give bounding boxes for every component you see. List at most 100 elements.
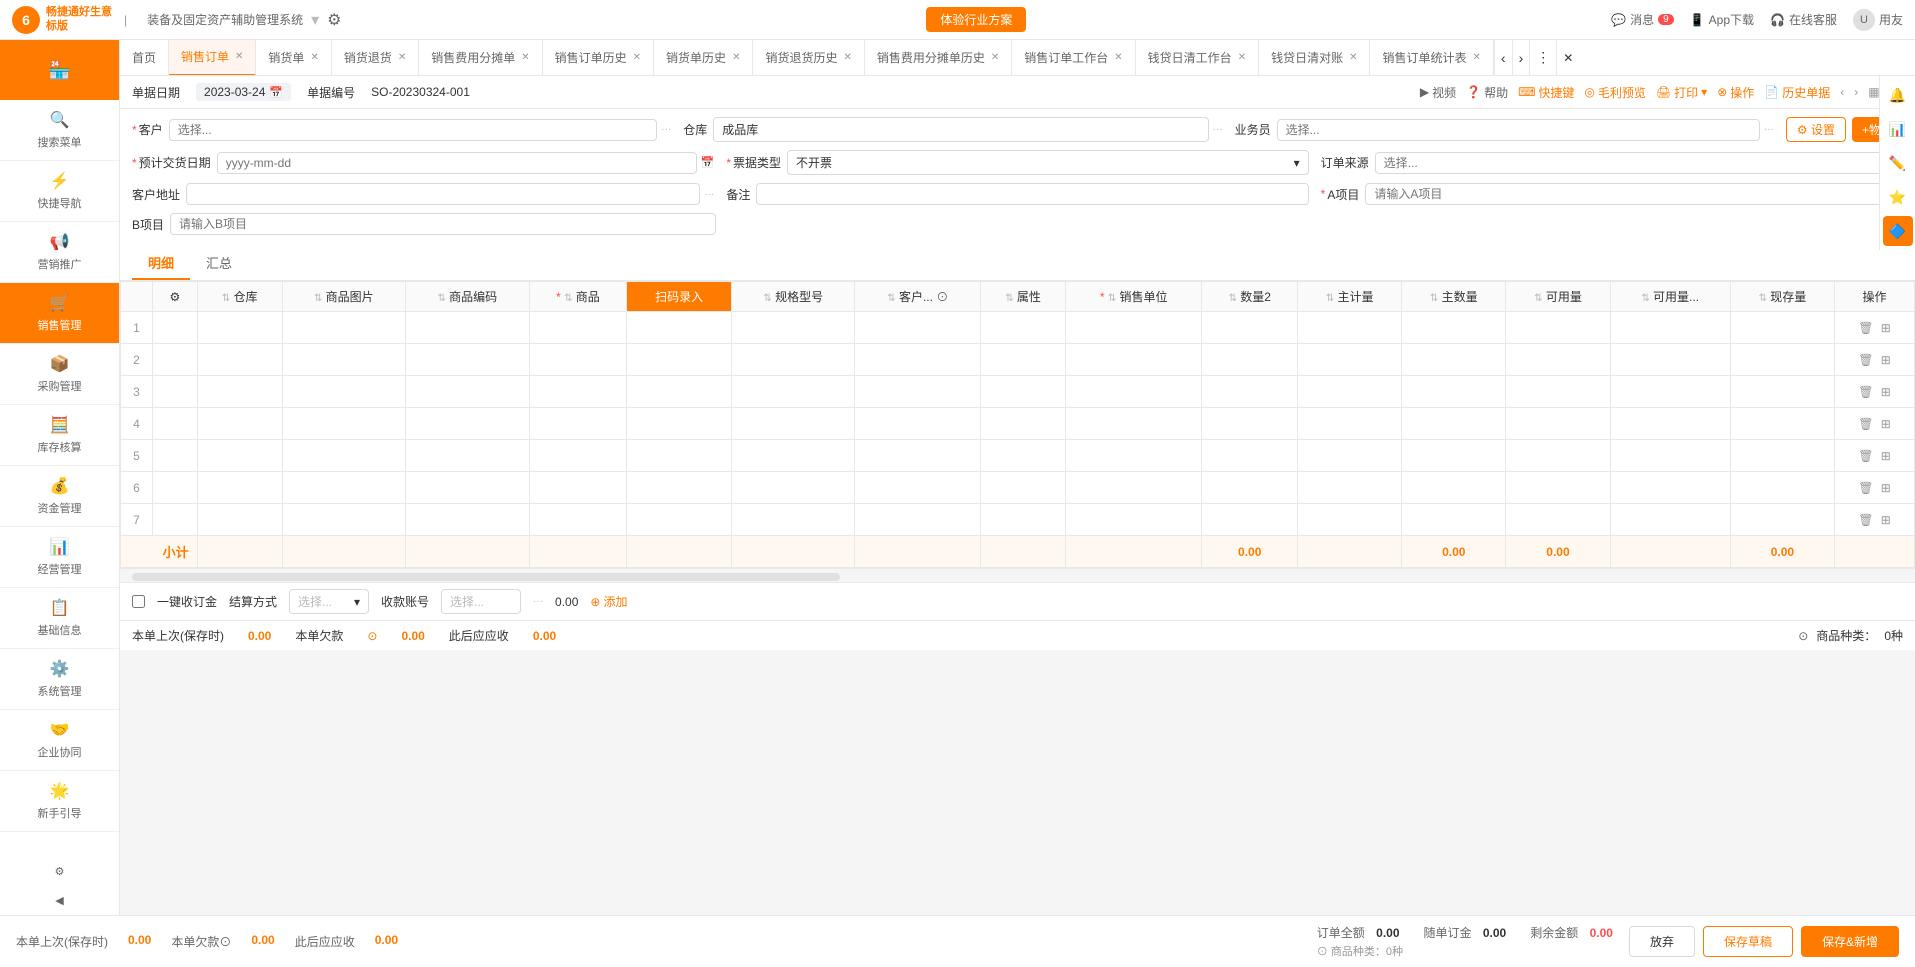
rfloat-chart-btn[interactable]: 📊 [1883,114,1913,144]
sidebar-item-sales[interactable]: 🛒 销售管理 [0,283,119,344]
rfloat-star-btn[interactable]: ⭐ [1883,182,1913,212]
th-quantity2[interactable]: ⇅ 数量2 [1202,282,1298,312]
operations-button[interactable]: ⊗ 操作 [1717,84,1754,101]
th-main-unit[interactable]: ⇅ 主计量 [1298,282,1402,312]
tab-return-history[interactable]: 销货单历史 ✕ [654,40,753,76]
th-customer-order[interactable]: ⇅ 客户... ⊙ [855,282,981,312]
customer-input[interactable] [169,119,658,141]
sidebar-item-baseinfo[interactable]: 📋 基础信息 [0,588,119,649]
customer-address-input[interactable] [186,183,700,205]
row-copy-icon[interactable]: ⊞ [1881,513,1891,527]
help-button[interactable]: ❓ 帮助 [1466,84,1508,101]
remarks-input[interactable] [756,183,1308,205]
view-button[interactable]: ▶ 视频 [1420,84,1456,101]
th-available[interactable]: ⇅ 可用量 [1506,282,1610,312]
row-delete-icon[interactable]: 🗑 [1858,385,1873,399]
tab-order-workbench[interactable]: 销售订单工作台 ✕ [1012,40,1135,76]
tab-close-icon[interactable]: ✕ [991,52,999,63]
save-draft-button[interactable]: 保存草稿 [1703,926,1793,957]
date-value[interactable]: 2023-03-24 📅 [196,83,291,101]
row-copy-icon[interactable]: ⊞ [1881,481,1891,495]
th-current-stock[interactable]: ⇅ 现存量 [1730,282,1834,312]
user-item[interactable]: U 用友 [1853,9,1903,31]
order-source-input[interactable] [1375,152,1889,174]
tab-refund-history[interactable]: 销货退货历史 ✕ [753,40,864,76]
tab-summary[interactable]: 汇总 [190,247,248,280]
project-a-input[interactable] [1365,183,1903,205]
sidebar-item-operations[interactable]: 📊 经营管理 [0,527,119,588]
shortcut-button[interactable]: ⌨ 快捷键 [1518,84,1574,101]
sidebar-item-finance[interactable]: 💰 资金管理 [0,466,119,527]
bank-account-select[interactable]: 选择... [441,589,521,614]
tab-close-icon[interactable]: ✕ [1473,52,1481,63]
sidebar-collapse-button[interactable]: ◀ [0,886,119,915]
profit-preview-button[interactable]: ◎ 毛利预览 [1584,84,1646,101]
tab-close-icon[interactable]: ✕ [235,51,243,62]
sidebar-item-system[interactable]: ⚙️ 系统管理 [0,649,119,710]
tab-close-icon[interactable]: ✕ [398,52,406,63]
tab-sales-return[interactable]: 销货单 ✕ [256,40,331,76]
tab-close-icon[interactable]: ✕ [521,52,529,63]
tab-order-history[interactable]: 销售订单历史 ✕ [543,40,654,76]
tab-close-icon[interactable]: ✕ [732,52,740,63]
row-copy-icon[interactable]: ⊞ [1881,353,1891,367]
rfloat-edit-btn[interactable]: ✏️ [1883,148,1913,178]
salesperson-input[interactable] [1277,119,1760,141]
th-attr[interactable]: ⇅ 属性 [981,282,1066,312]
th-settings[interactable]: ⚙ [153,282,198,312]
row-delete-icon[interactable]: 🗑 [1858,449,1873,463]
discard-button[interactable]: 放弃 [1629,926,1695,957]
tab-cashier-workbench[interactable]: 钱贷日清工作台 ✕ [1136,40,1259,76]
settings-gear-icon[interactable]: ⚙ [327,10,341,30]
settings-btn[interactable]: ⚙ 设置 [1786,117,1846,142]
tab-detail[interactable]: 明细 [132,247,190,280]
tab-close-all-button[interactable]: ✕ [1556,40,1579,76]
message-item[interactable]: 💬 消息 9 [1611,11,1674,28]
toolbar-next-icon[interactable]: › [1854,85,1858,99]
row-copy-icon[interactable]: ⊞ [1881,385,1891,399]
tab-prev-button[interactable]: ‹ [1494,40,1512,76]
system-dropdown-icon[interactable]: ▾ [311,10,319,30]
app-download-item[interactable]: 📱 App下载 [1690,11,1754,28]
invoice-type-select[interactable]: 不开票 ▾ [787,150,1309,175]
save-new-button[interactable]: 保存&新增 [1801,926,1899,957]
payment-method-select[interactable]: 选择... ▾ [289,589,369,614]
toolbar-prev-icon[interactable]: ‹ [1840,85,1844,99]
th-available2[interactable]: ⇅ 可用量... [1610,282,1730,312]
th-spec[interactable]: ⇅ 规格型号 [731,282,855,312]
sidebar-item-newguide[interactable]: 🌟 新手引导 [0,771,119,832]
tab-close-icon[interactable]: ✕ [1238,52,1246,63]
history-button[interactable]: 📄 历史单据 [1764,84,1830,101]
th-scan[interactable]: 扫码录入 [627,282,732,312]
tab-home[interactable]: 首页 [120,40,169,76]
th-main-qty[interactable]: ⇅ 主数量 [1402,282,1506,312]
row-copy-icon[interactable]: ⊞ [1881,417,1891,431]
tab-expense-split[interactable]: 销售费用分摊单 ✕ [419,40,542,76]
th-warehouse[interactable]: ⇅ 仓库 [197,282,282,312]
sidebar-item-enterprise[interactable]: 🤝 企业协同 [0,710,119,771]
row-delete-icon[interactable]: 🗑 [1858,353,1873,367]
tab-close-icon[interactable]: ✕ [1349,52,1357,63]
sidebar-item-quicknav[interactable]: ⚡ 快捷导航 [0,161,119,222]
sidebar-bottom-settings[interactable]: ⚙ [0,857,119,886]
tab-close-icon[interactable]: ✕ [310,52,318,63]
tab-more-button[interactable]: ⋮ [1529,40,1556,76]
row-delete-icon[interactable]: 🗑 [1858,321,1873,335]
th-product[interactable]: * ⇅ 商品 [529,282,627,312]
tab-cashier-reconcile[interactable]: 钱贷日清对账 ✕ [1259,40,1370,76]
row-delete-icon[interactable]: 🗑 [1858,481,1873,495]
rfloat-special-btn[interactable]: 🔷 [1883,216,1913,246]
row-delete-icon[interactable]: 🗑 [1858,417,1873,431]
warehouse-value[interactable]: 成品库 [713,117,1208,142]
row-delete-icon[interactable]: 🗑 [1858,513,1873,527]
delivery-date-input[interactable] [217,152,697,174]
tab-close-icon[interactable]: ✕ [843,52,851,63]
online-support-item[interactable]: 🎧 在线客服 [1770,11,1837,28]
tab-sales-refund[interactable]: 销货退货 ✕ [332,40,419,76]
print-button[interactable]: 🖨 打印 ▾ [1656,84,1707,101]
sidebar-item-marketing[interactable]: 📢 营销推广 [0,222,119,283]
tab-sales-summary[interactable]: 销售订单统计表 ✕ [1370,40,1493,76]
row-copy-icon[interactable]: ⊞ [1881,449,1891,463]
horizontal-scrollbar[interactable] [132,573,840,581]
tab-close-icon[interactable]: ✕ [633,52,641,63]
